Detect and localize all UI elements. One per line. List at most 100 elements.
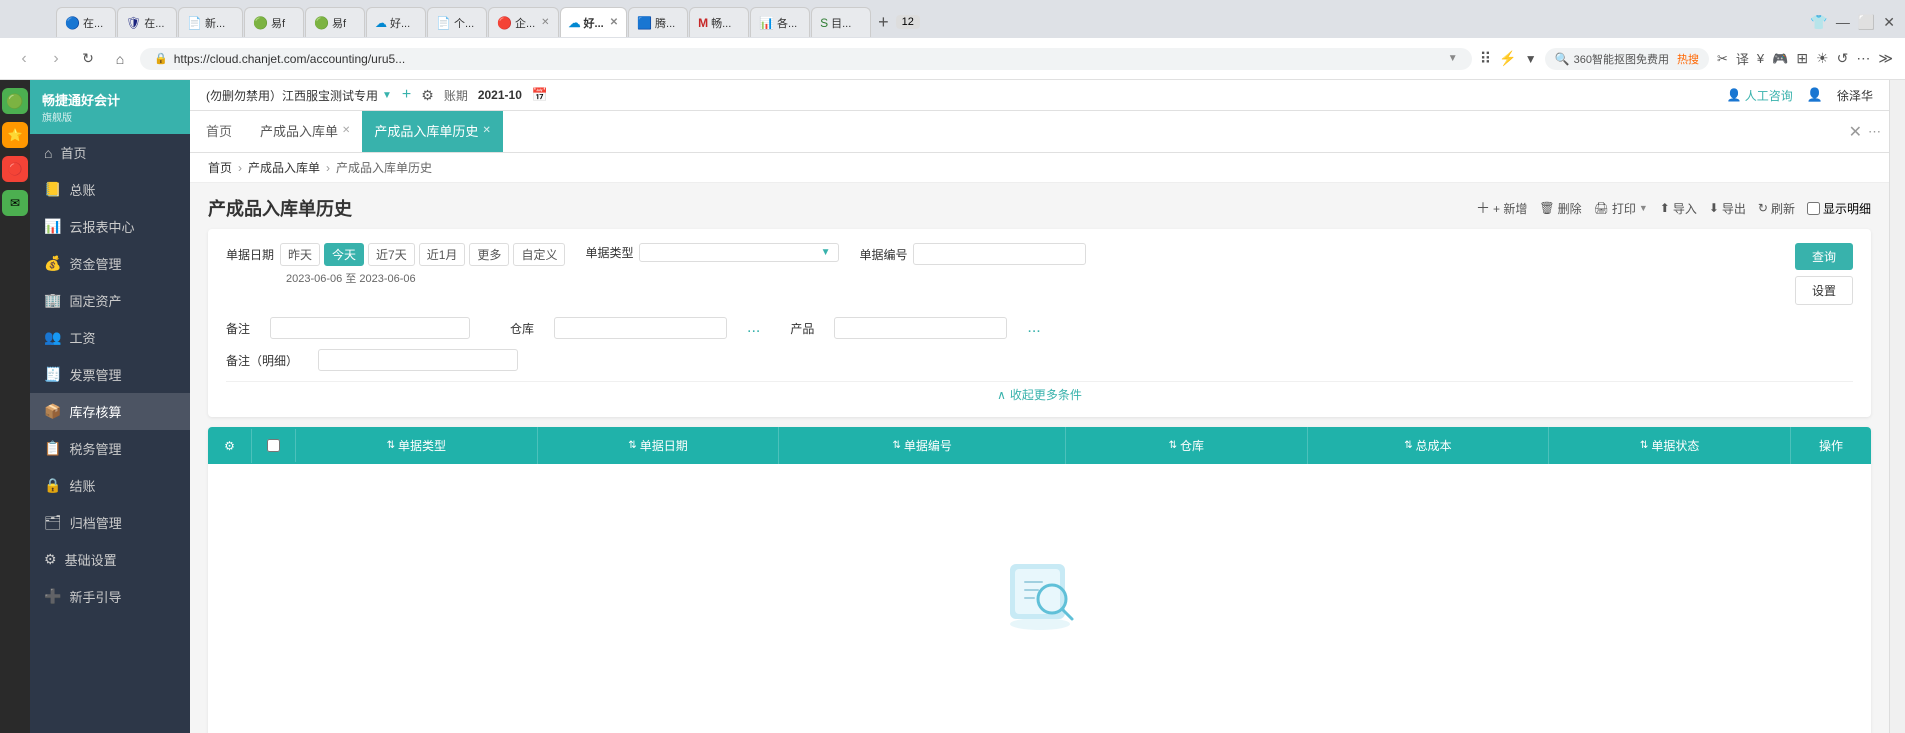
panel-more-btn[interactable]: ⋯ — [1868, 124, 1881, 140]
tab-10[interactable]: 🟦腾... — [628, 7, 688, 37]
print-btn[interactable]: 🖨 打印 ▼ — [1594, 200, 1648, 217]
sidebar-item-inventory[interactable]: 📦 库存核算 — [30, 393, 190, 430]
col-status[interactable]: ⇅ 单据状态 — [1549, 427, 1791, 464]
product-input[interactable] — [834, 317, 1007, 339]
back2-icon[interactable]: ↺ — [1837, 50, 1849, 67]
warehouse-input[interactable] — [554, 317, 727, 339]
show-detail-checkbox[interactable] — [1807, 202, 1820, 215]
grid-icon[interactable]: ⠿ — [1480, 49, 1492, 69]
import-btn[interactable]: ⬆ 导入 — [1660, 200, 1697, 217]
print-dropdown[interactable]: ▼ — [1639, 203, 1648, 213]
tab-13[interactable]: S目... — [811, 7, 871, 37]
tab-5[interactable]: 🟢易f — [305, 7, 365, 37]
col-warehouse[interactable]: ⇅ 仓库 — [1066, 427, 1308, 464]
tab-4[interactable]: 🟢易f — [244, 7, 304, 37]
col-check[interactable] — [252, 429, 296, 462]
sidebar-item-settings[interactable]: ⚙ 基础设置 — [30, 541, 190, 578]
sidebar-item-ledger[interactable]: 📒 总账 — [30, 171, 190, 208]
url-bar[interactable]: 🔒 https://cloud.chanjet.com/accounting/u… — [140, 48, 1472, 70]
collapse-btn[interactable]: ∧ 收起更多条件 — [226, 381, 1853, 403]
grid2-icon[interactable]: ⊞ — [1796, 50, 1808, 67]
delete-btn[interactable]: 🗑 删除 — [1539, 200, 1581, 217]
date-btn-7days[interactable]: 近7天 — [368, 243, 415, 266]
lightning-icon[interactable]: ⚡ — [1499, 50, 1516, 67]
account-add-btn[interactable]: + — [402, 86, 411, 104]
sun-icon[interactable]: ☀ — [1816, 50, 1829, 67]
col-type[interactable]: ⇅ 单据类型 — [296, 427, 538, 464]
tab-6[interactable]: ☁好... — [366, 7, 426, 37]
dropdown-icon[interactable]: ▼ — [1448, 53, 1458, 64]
date-btn-1month[interactable]: 近1月 — [419, 243, 466, 266]
date-btn-more[interactable]: 更多 — [469, 243, 509, 266]
tab-7[interactable]: 📄个... — [427, 7, 487, 37]
restore-btn[interactable]: ⬜ — [1858, 14, 1875, 31]
sidebar-item-close[interactable]: 🔒 结账 — [30, 467, 190, 504]
col-cost[interactable]: ⇅ 总成本 — [1308, 427, 1550, 464]
show-detail-checkbox-area[interactable]: 显示明细 — [1807, 200, 1871, 217]
topbar-settings-btn[interactable]: ⚙ — [421, 87, 434, 104]
select-all-checkbox[interactable] — [267, 439, 280, 452]
game-icon[interactable]: 🎮 — [1772, 51, 1788, 67]
sidebar-item-newguide[interactable]: ➕ 新手引导 — [30, 578, 190, 615]
app-icon-3[interactable]: 🔴 — [2, 156, 28, 182]
page-tab-list[interactable]: 产成品入库单 ✕ — [248, 111, 362, 152]
tab-9-close[interactable]: ✕ — [610, 17, 618, 28]
detail-note-input[interactable] — [318, 349, 518, 371]
back-btn[interactable]: ‹ — [12, 47, 36, 71]
app-icon-1[interactable]: 🟢 — [2, 88, 28, 114]
tab-12[interactable]: 📊各... — [750, 7, 810, 37]
calendar-icon[interactable]: 📅 — [532, 87, 548, 103]
page-tab-history[interactable]: 产成品入库单历史 ✕ — [362, 111, 502, 152]
tab-3[interactable]: 📄新... — [178, 7, 243, 37]
page-tab-list-close[interactable]: ✕ — [342, 125, 350, 136]
tab-2[interactable]: 🛡在... — [117, 7, 177, 37]
tab-11[interactable]: M畅... — [689, 7, 749, 37]
note-input[interactable] — [270, 317, 470, 339]
user-consult-link[interactable]: 👤 人工咨询 — [1727, 87, 1793, 104]
app-icon-4[interactable]: ✉ — [2, 190, 28, 216]
tab-1[interactable]: 🔵在... — [56, 7, 116, 37]
date-btn-today[interactable]: 今天 — [324, 243, 364, 266]
page-tab-history-close[interactable]: ✕ — [482, 125, 490, 136]
breadcrumb-home[interactable]: 首页 — [208, 159, 232, 176]
warehouse-dots-btn[interactable]: ... — [747, 319, 760, 337]
date-btn-yesterday[interactable]: 昨天 — [280, 243, 320, 266]
account-selector[interactable]: (勿删勿禁用）江西服宝测试专用 ▼ — [206, 87, 392, 104]
more-arrow[interactable]: ▼ — [1525, 52, 1537, 66]
date-btn-custom[interactable]: 自定义 — [513, 243, 565, 266]
tab-9[interactable]: ☁好... ✕ — [560, 7, 628, 37]
tab-8-close[interactable]: ✕ — [541, 17, 549, 28]
refresh-action-btn[interactable]: ↻ 刷新 — [1758, 200, 1795, 217]
breadcrumb-list[interactable]: 产成品入库单 — [248, 159, 320, 176]
tab-8[interactable]: 🔴企... ✕ — [488, 7, 559, 37]
tab-add[interactable]: + — [872, 12, 895, 33]
extend-btn[interactable]: ≫ — [1878, 50, 1893, 67]
home-btn[interactable]: ⌂ — [108, 47, 132, 71]
yuan-icon[interactable]: ¥ — [1757, 51, 1764, 66]
app-icon-2[interactable]: ⭐ — [2, 122, 28, 148]
scissors-icon[interactable]: ✂ — [1717, 51, 1728, 67]
sidebar-item-fund[interactable]: 💰 资金管理 — [30, 245, 190, 282]
sidebar-item-archive[interactable]: 🗂 归档管理 — [30, 504, 190, 541]
col-settings[interactable]: ⚙ — [208, 429, 252, 463]
export-btn[interactable]: ⬇ 导出 — [1709, 200, 1746, 217]
minimize-btn[interactable]: — — [1836, 14, 1850, 30]
filter-settings-btn[interactable]: 设置 — [1795, 276, 1853, 305]
sidebar-item-invoice[interactable]: 🧾 发票管理 — [30, 356, 190, 393]
search-box[interactable]: 🔍 360智能抠图免费用 热搜 — [1545, 48, 1709, 70]
close-btn[interactable]: ✕ — [1883, 14, 1895, 31]
sidebar-item-home[interactable]: ⌂ 首页 — [30, 134, 190, 171]
sidebar-item-payroll[interactable]: 👥 工资 — [30, 319, 190, 356]
more-btn[interactable]: ⋯ — [1856, 50, 1870, 67]
product-dots-btn[interactable]: ... — [1027, 319, 1040, 337]
sidebar-item-tax[interactable]: 📋 税务管理 — [30, 430, 190, 467]
query-btn[interactable]: 查询 — [1795, 243, 1853, 270]
type-select[interactable]: ▼ — [639, 243, 839, 262]
sidebar-item-report[interactable]: 📊 云报表中心 — [30, 208, 190, 245]
sidebar-item-asset[interactable]: 🏢 固定资产 — [30, 282, 190, 319]
col-date[interactable]: ⇅ 单据日期 — [538, 427, 780, 464]
translate-icon[interactable]: 译 — [1736, 49, 1749, 68]
add-btn[interactable]: ＋ + 新增 — [1476, 198, 1527, 218]
forward-btn[interactable]: › — [44, 47, 68, 71]
page-tab-home[interactable]: 首页 — [190, 111, 248, 152]
